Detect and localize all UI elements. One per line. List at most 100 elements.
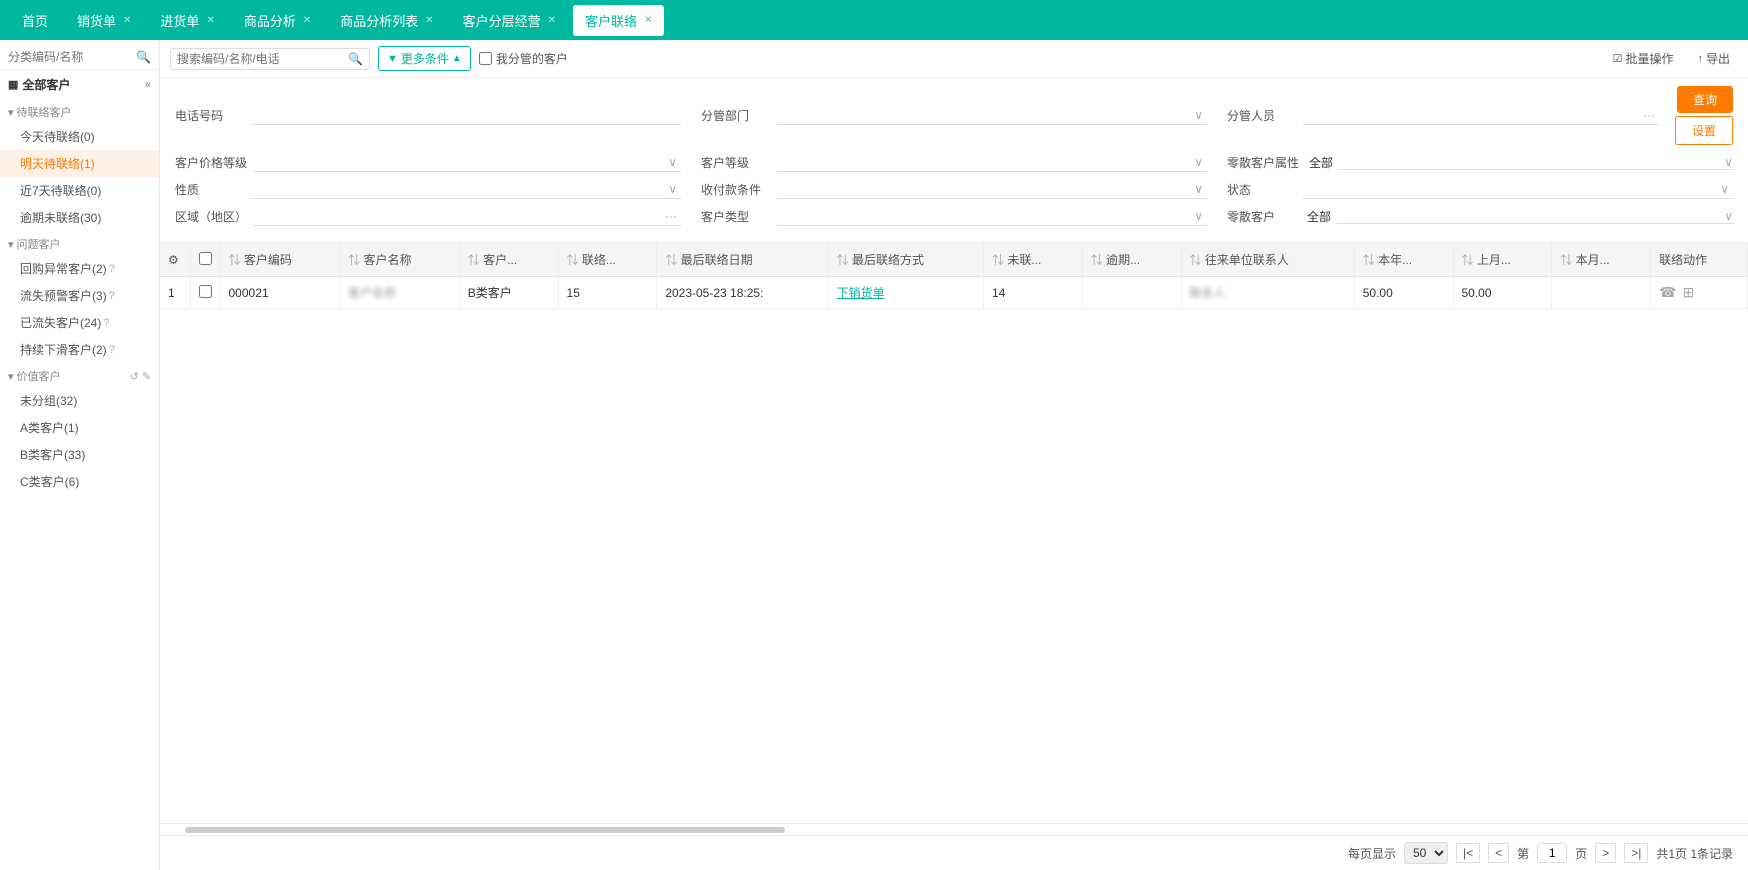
first-page-btn[interactable]: |< [1456, 843, 1480, 863]
nav-customer-contact[interactable]: 客户联络 ✕ [573, 5, 664, 36]
table-row: 1 000021 客户名称 B类客户 15 2023-05-23 18:25: … [160, 277, 1748, 309]
sort-icon11[interactable]: ⇅ [1462, 253, 1474, 267]
row-last-contact-method: 下销货单 [828, 277, 983, 309]
gender-select[interactable]: ∨ [251, 180, 681, 199]
sidebar-search-input[interactable] [8, 50, 136, 64]
sidebar-item-today[interactable]: 今天待联络(0) [0, 123, 159, 150]
page-input[interactable] [1537, 843, 1567, 863]
grid-action-icon[interactable]: ⊞ [1683, 284, 1695, 301]
sidebar-item-a-class[interactable]: A类客户(1) [0, 414, 159, 441]
contact-person-blurred: 联系人 [1190, 286, 1226, 300]
dept-select[interactable]: ∨ [777, 106, 1207, 125]
close-sales-icon[interactable]: ✕ [123, 15, 131, 26]
next-page-btn[interactable]: > [1595, 843, 1616, 863]
status-select[interactable]: ∨ [1303, 180, 1733, 199]
nav-purchase[interactable]: 进货单 ✕ [148, 5, 226, 36]
search-icon[interactable]: 🔍 [348, 52, 363, 66]
row-select-checkbox[interactable] [199, 285, 212, 298]
sidebar-item-ungrouped[interactable]: 未分组(32) [0, 387, 159, 414]
more-dots-icon[interactable]: ··· [665, 209, 677, 223]
nav-goods-analysis[interactable]: 商品分析 ✕ [232, 5, 323, 36]
sidebar-item-c-class[interactable]: C类客户(6) [0, 468, 159, 495]
last-page-btn[interactable]: >| [1624, 843, 1648, 863]
sort-icon10[interactable]: ⇅ [1363, 253, 1375, 267]
customer-level-select[interactable]: ∨ [777, 153, 1207, 172]
search-input[interactable] [177, 52, 348, 66]
sort-icon12[interactable]: ⇅ [1560, 253, 1572, 267]
prev-page-btn[interactable]: < [1488, 843, 1509, 863]
col-last-contact-date: ⇅ 最后联络日期 [657, 243, 828, 277]
close-goods-list-icon[interactable]: ✕ [425, 15, 433, 26]
col-last-month: ⇅ 上月... [1453, 243, 1552, 277]
horizontal-scroll[interactable] [160, 823, 1748, 835]
nav-customer-tier[interactable]: 客户分层经营 ✕ [451, 5, 568, 36]
customers-table: ⚙ ⇅ 客户编码 ⇅ 客户名称 ⇅ 客户... ⇅ 联络... ⇅ 最后联络日期… [160, 243, 1748, 309]
chevron-down-icon2: ∨ [668, 155, 677, 169]
query-btn[interactable]: 查询 [1677, 86, 1733, 113]
sidebar-collapse-icon[interactable]: « [145, 79, 151, 91]
sidebar-item-tomorrow[interactable]: 明天待联络(1) [0, 150, 159, 177]
more-conditions-btn[interactable]: ▼ 更多条件 ▲ [378, 46, 471, 71]
customer-type-select[interactable]: ∨ [777, 207, 1207, 226]
col-settings[interactable]: ⚙ [160, 243, 190, 277]
sidebar-item-churned[interactable]: 已流失客户(24) ? [0, 309, 159, 336]
sort-icon2[interactable]: ⇅ [348, 253, 360, 267]
sidebar-item-declining[interactable]: 持续下滑客户(2) ? [0, 336, 159, 363]
close-customer-tier-icon[interactable]: ✕ [548, 15, 556, 26]
sidebar-item-repurchase[interactable]: 回购异常客户(2) ? [0, 255, 159, 282]
sidebar-item-churn-warning[interactable]: 流失预警客户(3) ? [0, 282, 159, 309]
row-no: 1 [160, 277, 190, 309]
sidebar-search-icon[interactable]: 🔍 [136, 50, 151, 64]
row-code: 000021 [220, 277, 340, 309]
sort-icon5[interactable]: ⇅ [665, 253, 677, 267]
phone-action-icon[interactable]: ☎ [1659, 284, 1676, 301]
phone-input[interactable] [251, 106, 681, 125]
close-goods-analysis-icon[interactable]: ✕ [303, 15, 311, 26]
sort-icon[interactable]: ⇅ [229, 253, 241, 267]
batch-action-btn[interactable]: ☑ 批量操作 [1605, 47, 1682, 70]
filter-status: 状态 ∨ [1227, 180, 1733, 199]
row-last-contact-date: 2023-05-23 18:25: [657, 277, 828, 309]
filter-retail-customer: 零散客户 全部 ∨ [1227, 207, 1733, 226]
nav-sales[interactable]: 销货单 ✕ [65, 5, 143, 36]
col-checkbox [190, 243, 220, 277]
row-this-year: 50.00 [1354, 277, 1453, 309]
settings-btn[interactable]: 设置 [1675, 116, 1733, 145]
nav-goods-analysis-list[interactable]: 商品分析列表 ✕ [328, 5, 445, 36]
row-this-month [1552, 277, 1651, 309]
select-all-checkbox[interactable] [199, 252, 212, 265]
filter-customer-level: 客户等级 ∨ [701, 153, 1207, 172]
sort-icon8[interactable]: ⇅ [1091, 253, 1103, 267]
sidebar-problem-group: ▾ 问题客户 [0, 231, 159, 255]
sort-icon7[interactable]: ⇅ [992, 253, 1004, 267]
my-customers-wrap: 我分管的客户 [479, 50, 568, 67]
scroll-thumb[interactable] [185, 827, 785, 833]
payment-select[interactable]: ∨ [777, 180, 1207, 199]
sidebar-item-7days[interactable]: 近7天待联络(0) [0, 177, 159, 204]
info-icon: ? [109, 263, 115, 275]
export-btn[interactable]: ↑ 导出 [1689, 47, 1738, 70]
col-customer-name: ⇅ 客户名称 [340, 243, 460, 277]
close-purchase-icon[interactable]: ✕ [206, 15, 214, 26]
sort-icon9[interactable]: ⇅ [1190, 253, 1202, 267]
nav-home[interactable]: 首页 [10, 5, 60, 36]
total-records: 共1页 1条记录 [1656, 845, 1733, 862]
chevron-down-icon5: ∨ [668, 182, 677, 196]
sort-icon6[interactable]: ⇅ [837, 253, 849, 267]
more-icon[interactable]: ··· [1643, 108, 1655, 122]
sidebar-item-overdue[interactable]: 逾期未联络(30) [0, 204, 159, 231]
customer-price-select[interactable]: ∨ [253, 153, 681, 172]
close-customer-contact-icon[interactable]: ✕ [644, 15, 652, 26]
sidebar-all-customers[interactable]: ▦ 全部客户 « [0, 70, 159, 99]
refresh-icon[interactable]: ↺ [130, 370, 139, 383]
sidebar-item-b-class[interactable]: B类客户(33) [0, 441, 159, 468]
sort-icon4[interactable]: ⇅ [567, 253, 579, 267]
contact-method-link[interactable]: 下销货单 [837, 286, 885, 300]
filter-customer-type: 客户类型 ∨ [701, 207, 1207, 226]
settings-icon[interactable]: ⚙ [168, 253, 179, 267]
my-customers-checkbox[interactable] [479, 52, 492, 65]
sort-icon3[interactable]: ⇅ [468, 253, 480, 267]
edit-icon[interactable]: ✎ [142, 370, 151, 383]
per-page-select[interactable]: 50 [1404, 842, 1448, 864]
filter-customer-price: 客户价格等级 ∨ [175, 153, 681, 172]
